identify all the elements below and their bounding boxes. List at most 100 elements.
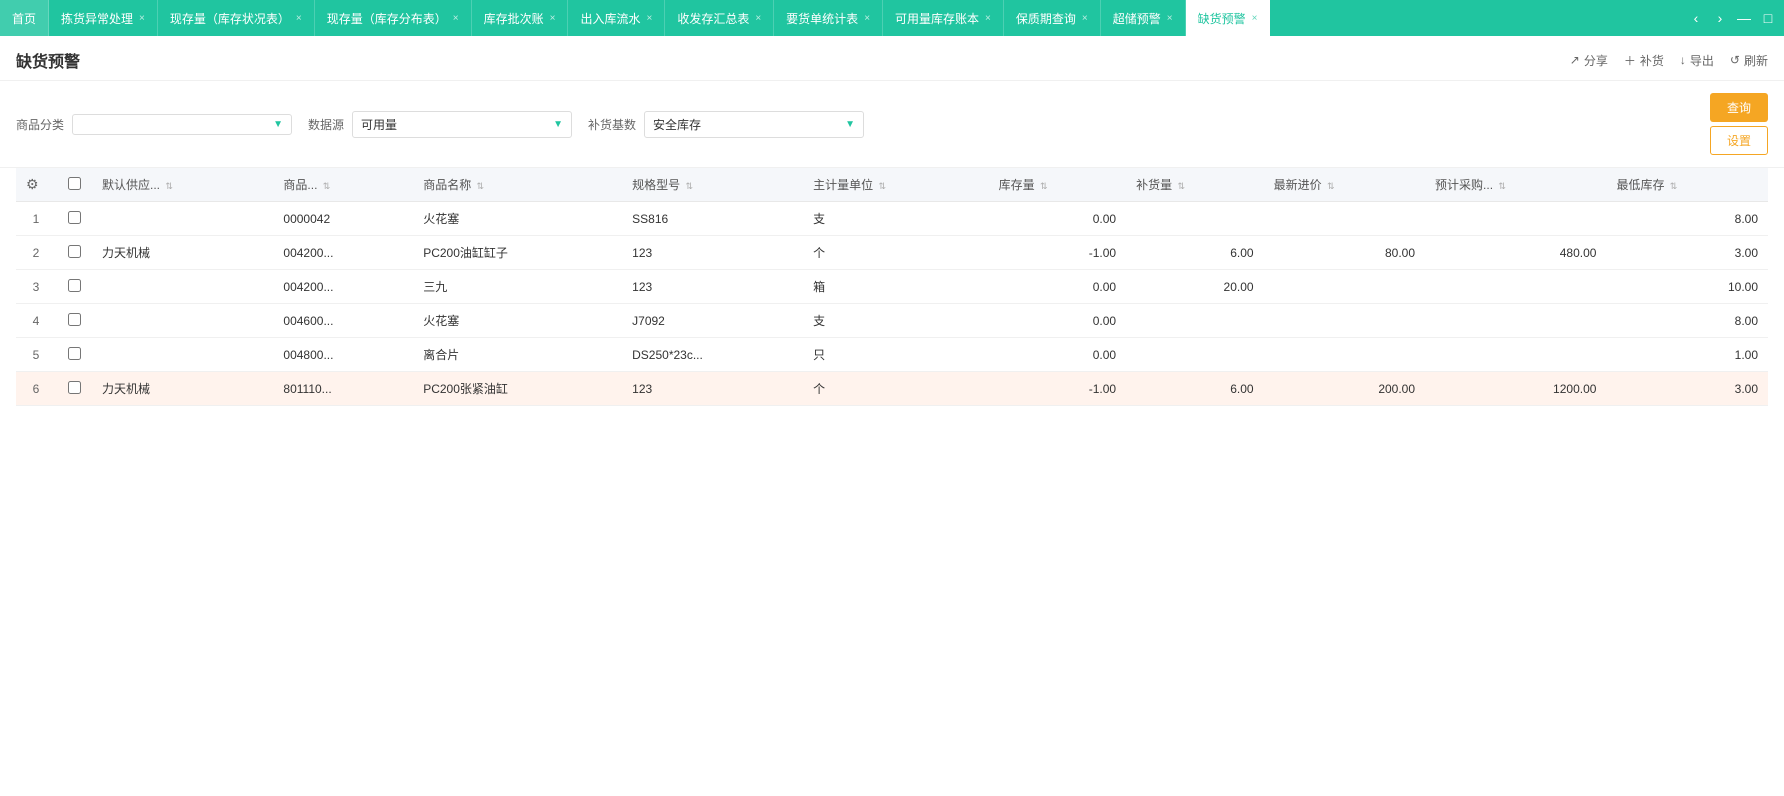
tab-label: 出入库流水 xyxy=(580,10,640,27)
row-checkbox-cell[interactable] xyxy=(56,338,92,372)
category-filter-group: 商品分类 ▼ xyxy=(16,114,292,135)
tab-inventory-status[interactable]: 现存量（库存状况表） × xyxy=(158,0,315,36)
tab-close-icon[interactable]: × xyxy=(985,13,991,24)
tab-close-icon[interactable]: × xyxy=(1167,13,1173,24)
col-supplier[interactable]: 默认供应... ⇅ xyxy=(92,168,273,202)
row-goods-code: 004600... xyxy=(273,304,413,338)
row-checkbox[interactable] xyxy=(68,313,81,326)
row-replenish-qty xyxy=(1126,202,1264,236)
data-table: ⚙ 默认供应... ⇅ 商品... ⇅ 商品名称 ⇅ xyxy=(16,168,1768,406)
tab-inout-flow[interactable]: 出入库流水 × xyxy=(568,0,665,36)
row-goods-name: 离合片 xyxy=(413,338,622,372)
row-checkbox[interactable] xyxy=(68,211,81,224)
settings-button[interactable]: 设置 xyxy=(1710,126,1768,155)
tab-close-icon[interactable]: × xyxy=(1082,13,1088,24)
tab-available-ledger[interactable]: 可用量库存账本 × xyxy=(883,0,1004,36)
replenish-base-select[interactable]: 安全库存 ▼ xyxy=(644,111,864,138)
replenish-button[interactable]: ＋ 补货 xyxy=(1624,52,1664,69)
datasource-select[interactable]: 可用量 ▼ xyxy=(352,111,572,138)
tab-close-icon[interactable]: × xyxy=(646,13,652,24)
datasource-filter-group: 数据源 可用量 ▼ xyxy=(308,111,572,138)
row-checkbox[interactable] xyxy=(68,279,81,292)
col-est-purchase[interactable]: 预计采购... ⇅ xyxy=(1425,168,1606,202)
refresh-button[interactable]: ↺ 刷新 xyxy=(1730,52,1768,69)
column-settings-icon[interactable]: ⚙ xyxy=(26,176,39,192)
row-spec: J7092 xyxy=(622,304,803,338)
tab-home[interactable]: 首页 xyxy=(0,0,49,36)
datasource-select-value: 可用量 xyxy=(361,116,397,133)
share-button[interactable]: ↗ 分享 xyxy=(1570,52,1608,69)
row-checkbox-cell[interactable] xyxy=(56,372,92,406)
row-min-stock: 8.00 xyxy=(1606,304,1768,338)
row-checkbox-cell[interactable] xyxy=(56,236,92,270)
row-latest-price xyxy=(1264,202,1425,236)
row-goods-code: 0000042 xyxy=(273,202,413,236)
row-checkbox-cell[interactable] xyxy=(56,270,92,304)
tab-close-icon[interactable]: × xyxy=(755,13,761,24)
row-est-purchase xyxy=(1425,270,1606,304)
row-stock: -1.00 xyxy=(989,372,1127,406)
col-goods-name[interactable]: 商品名称 ⇅ xyxy=(413,168,622,202)
col-unit[interactable]: 主计量单位 ⇅ xyxy=(803,168,988,202)
row-checkbox-cell[interactable] xyxy=(56,202,92,236)
col-check xyxy=(56,168,92,202)
row-latest-price: 200.00 xyxy=(1264,372,1425,406)
filter-right-actions: 查询 设置 xyxy=(1710,93,1768,155)
row-number: 4 xyxy=(16,304,56,338)
tab-next-button[interactable]: › xyxy=(1708,6,1732,30)
row-min-stock: 10.00 xyxy=(1606,270,1768,304)
tab-close-icon[interactable]: × xyxy=(550,13,556,24)
tab-overstock-warning[interactable]: 超储预警 × xyxy=(1101,0,1186,36)
replenish-base-select-value: 安全库存 xyxy=(653,116,701,133)
row-spec: 123 xyxy=(622,270,803,304)
tab-abnormal[interactable]: 拣货异常处理 × xyxy=(49,0,158,36)
row-checkbox-cell[interactable] xyxy=(56,304,92,338)
row-est-purchase xyxy=(1425,304,1606,338)
row-checkbox[interactable] xyxy=(68,347,81,360)
tab-batch-account[interactable]: 库存批次账 × xyxy=(472,0,569,36)
tab-expiry-query[interactable]: 保质期查询 × xyxy=(1004,0,1101,36)
row-supplier xyxy=(92,270,273,304)
row-supplier xyxy=(92,304,273,338)
window-minimize-button[interactable]: — xyxy=(1732,6,1756,30)
tab-inventory-dist[interactable]: 现存量（库存分布表） × xyxy=(315,0,472,36)
row-unit: 只 xyxy=(803,338,988,372)
row-latest-price: 80.00 xyxy=(1264,236,1425,270)
tab-close-icon[interactable]: × xyxy=(139,13,145,24)
tab-close-icon[interactable]: × xyxy=(864,13,870,24)
row-checkbox[interactable] xyxy=(68,381,81,394)
row-supplier: 力天机械 xyxy=(92,236,273,270)
tab-label: 超储预警 xyxy=(1113,10,1161,27)
tab-close-icon[interactable]: × xyxy=(453,13,459,24)
query-button[interactable]: 查询 xyxy=(1710,93,1768,122)
category-dropdown-arrow-icon: ▼ xyxy=(273,119,283,130)
tab-order-stat[interactable]: 要货单统计表 × xyxy=(774,0,883,36)
row-stock: 0.00 xyxy=(989,304,1127,338)
page-header: 缺货预警 ↗ 分享 ＋ 补货 ↓ 导出 ↺ 刷新 xyxy=(0,36,1784,81)
row-replenish-qty xyxy=(1126,304,1264,338)
col-replenish-qty[interactable]: 补货量 ⇅ xyxy=(1126,168,1264,202)
tab-recv-summary[interactable]: 收发存汇总表 × xyxy=(665,0,774,36)
category-select[interactable]: ▼ xyxy=(72,114,292,135)
share-icon: ↗ xyxy=(1570,53,1580,67)
datasource-dropdown-arrow-icon: ▼ xyxy=(553,119,563,130)
row-replenish-qty: 6.00 xyxy=(1126,236,1264,270)
export-icon: ↓ xyxy=(1680,53,1686,67)
col-stock[interactable]: 库存量 ⇅ xyxy=(989,168,1127,202)
export-button[interactable]: ↓ 导出 xyxy=(1680,52,1714,69)
row-unit: 个 xyxy=(803,236,988,270)
col-spec[interactable]: 规格型号 ⇅ xyxy=(622,168,803,202)
col-latest-price[interactable]: 最新进价 ⇅ xyxy=(1264,168,1425,202)
table-body: 1 0000042 火花塞 SS816 支 0.00 8.00 2 力天机械 0… xyxy=(16,202,1768,406)
col-goods-code[interactable]: 商品... ⇅ xyxy=(273,168,413,202)
col-min-stock[interactable]: 最低库存 ⇅ xyxy=(1606,168,1768,202)
row-checkbox[interactable] xyxy=(68,245,81,258)
tab-shortage-warning[interactable]: 缺货预警 × xyxy=(1186,0,1271,36)
window-maximize-button[interactable]: □ xyxy=(1756,6,1780,30)
tab-prev-button[interactable]: ‹ xyxy=(1684,6,1708,30)
row-unit: 支 xyxy=(803,202,988,236)
tab-close-icon[interactable]: × xyxy=(296,13,302,24)
tab-close-icon[interactable]: × xyxy=(1252,13,1258,24)
select-all-checkbox[interactable] xyxy=(68,177,81,190)
row-latest-price xyxy=(1264,270,1425,304)
